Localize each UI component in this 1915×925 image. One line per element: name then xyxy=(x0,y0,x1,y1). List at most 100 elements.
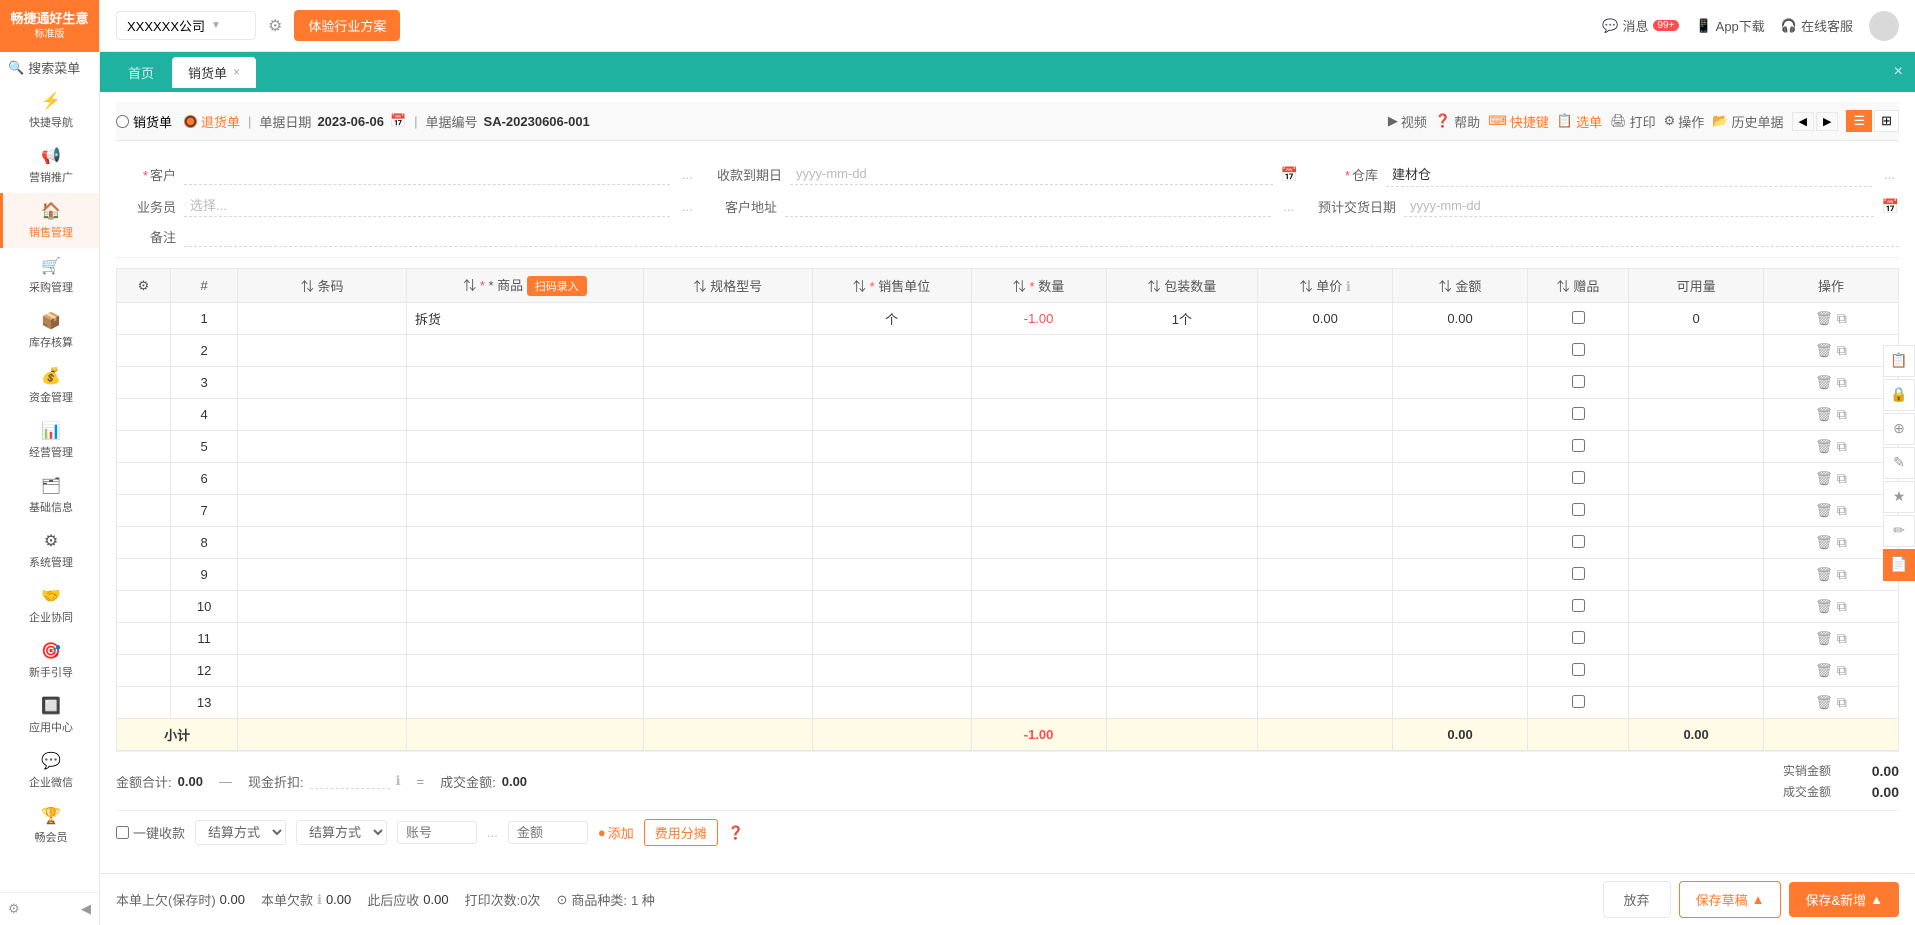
sidebar-item-member[interactable]: 🏆 畅会员 xyxy=(0,798,99,853)
row-delete-btn-3[interactable]: 🗑 xyxy=(1815,406,1833,423)
row-barcode-0[interactable] xyxy=(238,303,407,335)
sidebar-item-finance[interactable]: 💰 资金管理 xyxy=(0,358,99,413)
gift-checkbox-11[interactable] xyxy=(1572,663,1585,676)
row-pkg-qty-10[interactable] xyxy=(1106,623,1258,655)
col-settings-header[interactable]: ⚙ xyxy=(117,269,171,303)
scan-btn[interactable]: 扫码录入 xyxy=(527,276,587,296)
row-delete-btn-1[interactable]: 🗑 xyxy=(1815,342,1833,359)
history-prev[interactable]: ◀ xyxy=(1792,112,1814,131)
app-download-item[interactable]: 📱 App下载 xyxy=(1695,16,1764,35)
expense-info-icon[interactable]: ❓ xyxy=(728,825,744,841)
sidebar-item-system[interactable]: ⚙ 系统管理 xyxy=(0,523,99,578)
row-product-1[interactable] xyxy=(406,335,643,367)
calendar-icon[interactable]: 📅 xyxy=(390,113,406,129)
row-spec-3[interactable] xyxy=(644,399,813,431)
row-unit-11[interactable] xyxy=(812,655,971,687)
row-copy-btn-9[interactable]: ⧉ xyxy=(1837,598,1847,615)
row-copy-btn-8[interactable]: ⧉ xyxy=(1837,566,1847,583)
row-pkg-qty-8[interactable] xyxy=(1106,559,1258,591)
amount-input[interactable] xyxy=(508,821,588,844)
row-price-2[interactable] xyxy=(1258,367,1393,399)
row-copy-btn-10[interactable]: ⧉ xyxy=(1837,630,1847,647)
one-click-payment-checkbox[interactable]: 一键收款 xyxy=(116,823,185,842)
row-product-9[interactable] xyxy=(406,591,643,623)
row-delete-btn-11[interactable]: 🗑 xyxy=(1815,662,1833,679)
row-pkg-qty-9[interactable] xyxy=(1106,591,1258,623)
sidebar-item-wechat[interactable]: 💬 企业微信 xyxy=(0,743,99,798)
discount-info-icon[interactable]: ℹ xyxy=(396,773,401,789)
row-unit-3[interactable] xyxy=(812,399,971,431)
row-unit-12[interactable] xyxy=(812,687,971,719)
row-gift-6[interactable] xyxy=(1528,495,1629,527)
row-amount-7[interactable] xyxy=(1393,527,1528,559)
row-spec-8[interactable] xyxy=(644,559,813,591)
row-product-7[interactable] xyxy=(406,527,643,559)
row-unit-10[interactable] xyxy=(812,623,971,655)
row-gift-4[interactable] xyxy=(1528,431,1629,463)
row-delete-btn-4[interactable]: 🗑 xyxy=(1815,438,1833,455)
row-qty-8[interactable] xyxy=(971,559,1106,591)
salesperson-input[interactable] xyxy=(184,195,670,217)
row-spec-12[interactable] xyxy=(644,687,813,719)
row-price-12[interactable] xyxy=(1258,687,1393,719)
row-pkg-qty-2[interactable] xyxy=(1106,367,1258,399)
row-barcode-10[interactable] xyxy=(238,623,407,655)
row-delete-btn-0[interactable]: 🗑 xyxy=(1815,310,1833,327)
row-price-3[interactable] xyxy=(1258,399,1393,431)
row-amount-5[interactable] xyxy=(1393,463,1528,495)
row-gift-8[interactable] xyxy=(1528,559,1629,591)
sidebar-item-app-center[interactable]: 🔲 应用中心 xyxy=(0,688,99,743)
account-input[interactable] xyxy=(397,821,477,844)
row-qty-5[interactable] xyxy=(971,463,1106,495)
float-btn-4[interactable]: ✎ xyxy=(1883,447,1915,479)
row-product-3[interactable] xyxy=(406,399,643,431)
row-product-0[interactable]: 拆货 xyxy=(406,303,643,335)
row-copy-btn-7[interactable]: ⧉ xyxy=(1837,534,1847,551)
row-pkg-qty-4[interactable] xyxy=(1106,431,1258,463)
row-gift-11[interactable] xyxy=(1528,655,1629,687)
history-next[interactable]: ▶ xyxy=(1816,112,1838,131)
row-gift-7[interactable] xyxy=(1528,527,1629,559)
row-copy-btn-2[interactable]: ⧉ xyxy=(1837,374,1847,391)
gift-checkbox-1[interactable] xyxy=(1572,343,1585,356)
row-price-1[interactable] xyxy=(1258,335,1393,367)
row-pkg-qty-3[interactable] xyxy=(1106,399,1258,431)
row-spec-0[interactable] xyxy=(644,303,813,335)
row-copy-btn-12[interactable]: ⧉ xyxy=(1837,694,1847,711)
salesperson-ellipsis[interactable]: ... xyxy=(678,199,697,214)
help-btn[interactable]: ❓ 帮助 xyxy=(1435,112,1480,131)
row-price-5[interactable] xyxy=(1258,463,1393,495)
sidebar-item-purchase[interactable]: 🛒 采购管理 xyxy=(0,248,99,303)
customer-ellipsis[interactable]: ... xyxy=(678,167,697,182)
row-barcode-9[interactable] xyxy=(238,591,407,623)
row-gift-9[interactable] xyxy=(1528,591,1629,623)
row-spec-4[interactable] xyxy=(644,431,813,463)
gift-checkbox-2[interactable] xyxy=(1572,375,1585,388)
row-copy-btn-11[interactable]: ⧉ xyxy=(1837,662,1847,679)
row-qty-1[interactable] xyxy=(971,335,1106,367)
row-amount-2[interactable] xyxy=(1393,367,1528,399)
row-copy-btn-3[interactable]: ⧉ xyxy=(1837,406,1847,423)
row-price-7[interactable] xyxy=(1258,527,1393,559)
template-btn[interactable]: 📋 选单 xyxy=(1557,112,1602,131)
gift-checkbox-5[interactable] xyxy=(1572,471,1585,484)
row-product-4[interactable] xyxy=(406,431,643,463)
account-ellipsis[interactable]: ... xyxy=(487,825,498,840)
row-barcode-8[interactable] xyxy=(238,559,407,591)
history-btn[interactable]: 📂 历史单据 xyxy=(1712,112,1783,131)
row-pkg-qty-5[interactable] xyxy=(1106,463,1258,495)
row-gift-12[interactable] xyxy=(1528,687,1629,719)
row-pkg-qty-6[interactable] xyxy=(1106,495,1258,527)
sidebar-item-sales[interactable]: 🏠 销售管理 xyxy=(0,193,99,248)
tab-close-all-icon[interactable]: × xyxy=(1894,63,1903,81)
row-barcode-3[interactable] xyxy=(238,399,407,431)
float-btn-5[interactable]: ★ xyxy=(1883,481,1915,513)
row-copy-btn-4[interactable]: ⧉ xyxy=(1837,438,1847,455)
row-delete-btn-5[interactable]: 🗑 xyxy=(1815,470,1833,487)
row-barcode-1[interactable] xyxy=(238,335,407,367)
customer-input[interactable] xyxy=(184,163,670,185)
row-delete-btn-10[interactable]: 🗑 xyxy=(1815,630,1833,647)
one-click-payment-input[interactable] xyxy=(116,826,129,839)
header-settings-icon[interactable]: ⚙ xyxy=(268,16,282,36)
message-item[interactable]: 💬 消息 99+ xyxy=(1602,16,1679,35)
